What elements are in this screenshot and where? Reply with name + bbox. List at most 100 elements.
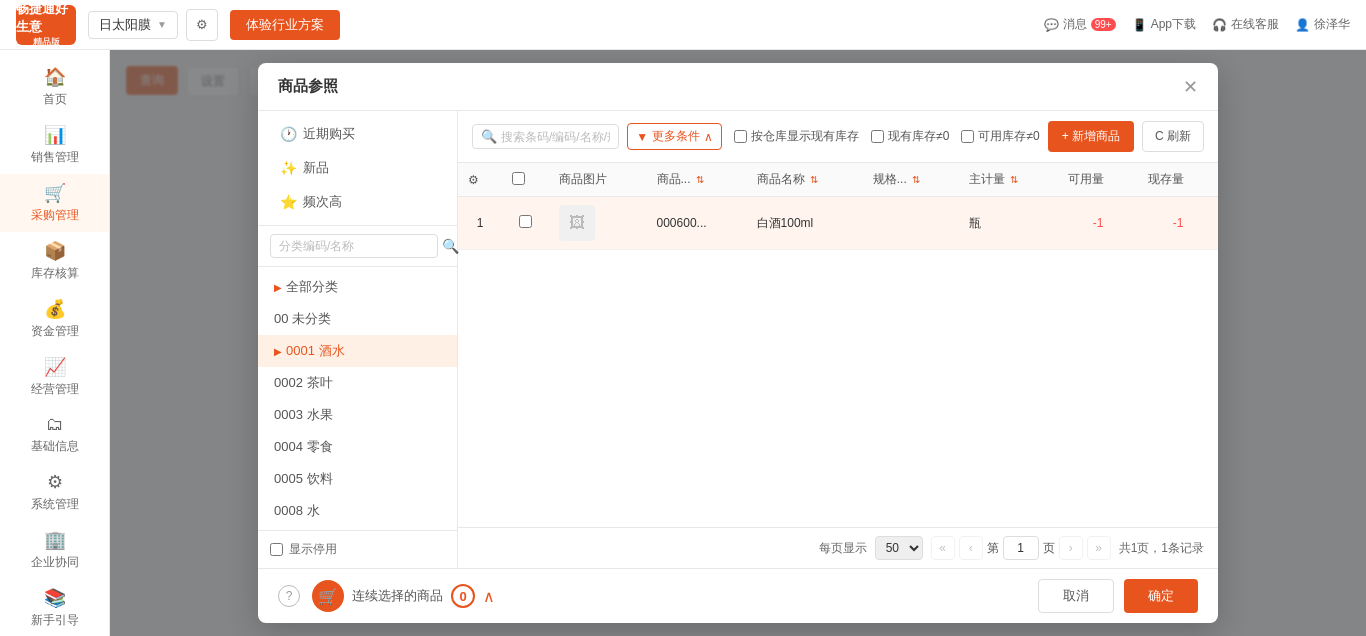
category-search-input[interactable] xyxy=(270,234,438,258)
navbar: 畅捷通好生意 精品版 日太阳膜 ▼ ⚙ 体验行业方案 💬 消息 99 📱 App… xyxy=(0,0,1366,50)
col-unit-header: 主计量 ⇅ xyxy=(959,163,1058,197)
total-info: 共1页，1条记录 xyxy=(1119,540,1204,557)
col-image-header: 商品图片 xyxy=(549,163,646,197)
refresh-button[interactable]: C 刷新 xyxy=(1142,121,1204,152)
arrow-icon: ▶ xyxy=(274,282,282,293)
page-size-select[interactable]: 50 xyxy=(875,536,923,560)
table-settings-icon[interactable]: ⚙ xyxy=(468,173,479,187)
name-sort-icon[interactable]: ⇅ xyxy=(810,174,818,185)
current-stock-checkbox-label[interactable]: 现有库存≠0 xyxy=(871,128,949,145)
user-profile-button[interactable]: 👤 徐泽华 xyxy=(1295,16,1350,33)
warehouse-stock-checkbox-label[interactable]: 按仓库显示现有库存 xyxy=(734,128,859,145)
confirm-button[interactable]: 确定 xyxy=(1124,579,1198,613)
page-number-input[interactable] xyxy=(1003,536,1039,560)
category-item-0003[interactable]: 0003 水果 xyxy=(258,399,457,431)
left-tab-new[interactable]: ✨ 新品 xyxy=(270,153,445,183)
modal-header: 商品参照 ✕ xyxy=(258,63,1218,111)
sidebar-guide-label: 新手引导 xyxy=(31,612,79,629)
help-icon[interactable]: ? xyxy=(278,585,300,607)
current-stock-checkbox[interactable] xyxy=(871,130,884,143)
sidebar-item-basic[interactable]: 🗂 基础信息 xyxy=(0,406,109,463)
select-all-checkbox[interactable] xyxy=(512,172,525,185)
col-stock-header: 现存量 xyxy=(1138,163,1218,197)
cancel-button[interactable]: 取消 xyxy=(1038,579,1114,613)
product-search-input[interactable] xyxy=(501,130,610,144)
row-checkbox[interactable] xyxy=(519,215,532,228)
row-num: 1 xyxy=(458,197,502,250)
show-disabled-checkbox[interactable] xyxy=(270,543,283,556)
add-product-button[interactable]: + 新增商品 xyxy=(1048,121,1134,152)
more-filter-button[interactable]: ▼ 更多条件 ∧ xyxy=(627,123,722,150)
service-label: 在线客服 xyxy=(1231,16,1279,33)
chevron-down-icon: ▼ xyxy=(157,19,167,30)
code-sort-icon[interactable]: ⇅ xyxy=(696,174,704,185)
content-area: 查询 设置 刷新 商品参照 ✕ 🕐 近期购 xyxy=(110,50,1366,636)
last-page-button[interactable]: » xyxy=(1087,536,1111,560)
col-settings: ⚙ xyxy=(458,163,502,197)
trial-button[interactable]: 体验行业方案 xyxy=(230,10,340,40)
category-label: 0008 水 xyxy=(274,502,320,520)
sidebar-item-sales[interactable]: 📊 销售管理 xyxy=(0,116,109,174)
table-row[interactable]: 1 🖼 000600... 白酒100ml 瓶 -1 -1 xyxy=(458,197,1218,250)
sidebar-item-system[interactable]: ⚙ 系统管理 xyxy=(0,463,109,521)
col-code-header: 商品... ⇅ xyxy=(647,163,747,197)
sidebar-enterprise-label: 企业协同 xyxy=(31,554,79,571)
cart-section: 🛒 连续选择的商品 0 ∧ xyxy=(312,580,495,612)
new-label: 新品 xyxy=(303,159,329,177)
col-available-header: 可用量 xyxy=(1058,163,1138,197)
recent-label: 近期购买 xyxy=(303,125,355,143)
sidebar-item-finance[interactable]: 💰 资金管理 xyxy=(0,290,109,348)
current-stock-label: 现有库存≠0 xyxy=(888,128,949,145)
sidebar-item-inventory[interactable]: 📦 库存核算 xyxy=(0,232,109,290)
store-selector[interactable]: 日太阳膜 ▼ xyxy=(88,11,178,39)
settings-icon[interactable]: ⚙ xyxy=(186,9,218,41)
left-panel-tabs: 🕐 近期购买 ✨ 新品 ⭐ 频次高 xyxy=(258,111,457,226)
sidebar-home-icon: 🏠 xyxy=(44,66,66,88)
unit-sort-icon[interactable]: ⇅ xyxy=(1010,174,1018,185)
messages-button[interactable]: 💬 消息 99 xyxy=(1044,16,1116,33)
category-item-0001[interactable]: ▶0001 酒水 xyxy=(258,335,457,367)
left-tab-recent[interactable]: 🕐 近期购买 xyxy=(270,119,445,149)
first-page-button[interactable]: « xyxy=(931,536,955,560)
category-list: ▶全部分类00 未分类▶0001 酒水0002 茶叶0003 水果0004 零食… xyxy=(258,267,457,530)
new-icon: ✨ xyxy=(280,160,297,176)
next-page-button[interactable]: › xyxy=(1059,536,1083,560)
sidebar-guide-icon: 📚 xyxy=(44,587,66,609)
messages-badge: 99 xyxy=(1091,18,1116,31)
page-size-label: 每页显示 xyxy=(819,540,867,557)
footer-left: ? 🛒 连续选择的商品 0 ∧ xyxy=(278,580,495,612)
sidebar-operations-icon: 📈 xyxy=(44,356,66,378)
row-image-cell: 🖼 xyxy=(549,197,646,250)
footer-right: 取消 确定 xyxy=(1038,579,1198,613)
modal-close-button[interactable]: ✕ xyxy=(1183,78,1198,96)
category-item-0004[interactable]: 0004 零食 xyxy=(258,431,457,463)
spec-sort-icon[interactable]: ⇅ xyxy=(912,174,920,185)
prev-page-button[interactable]: ‹ xyxy=(959,536,983,560)
cart-icon[interactable]: 🛒 xyxy=(312,580,344,612)
phone-icon: 📱 xyxy=(1132,18,1147,32)
available-stock-checkbox-label[interactable]: 可用库存≠0 xyxy=(961,128,1039,145)
app-download-button[interactable]: 📱 App下载 xyxy=(1132,16,1196,33)
warehouse-stock-label: 按仓库显示现有库存 xyxy=(751,128,859,145)
navbar-right: 💬 消息 99 📱 App下载 🎧 在线客服 👤 徐泽华 xyxy=(1044,16,1350,33)
sidebar-item-operations[interactable]: 📈 经营管理 xyxy=(0,348,109,406)
category-item-0005[interactable]: 0005 饮料 xyxy=(258,463,457,495)
modal-overlay[interactable]: 商品参照 ✕ 🕐 近期购买 ✨ 新品 ⭐ 频次高 xyxy=(110,50,1366,636)
sidebar-item-enterprise[interactable]: 🏢 企业协同 xyxy=(0,521,109,579)
category-item-all[interactable]: ▶全部分类 xyxy=(258,271,457,303)
sidebar-item-purchase[interactable]: 🛒 采购管理 xyxy=(0,174,109,232)
app-label: App下载 xyxy=(1151,16,1196,33)
online-service-button[interactable]: 🎧 在线客服 xyxy=(1212,16,1279,33)
sidebar-finance-icon: 💰 xyxy=(44,298,66,320)
available-stock-checkbox[interactable] xyxy=(961,130,974,143)
category-item-0008[interactable]: 0008 水 xyxy=(258,495,457,527)
headset-icon: 🎧 xyxy=(1212,18,1227,32)
sidebar-item-guide[interactable]: 📚 新手引导 xyxy=(0,579,109,636)
sidebar-item-home[interactable]: 🏠 首页 xyxy=(0,58,109,116)
category-search-icon[interactable]: 🔍 xyxy=(442,238,459,254)
category-item-00[interactable]: 00 未分类 xyxy=(258,303,457,335)
expand-icon[interactable]: ∧ xyxy=(483,587,495,606)
warehouse-stock-checkbox[interactable] xyxy=(734,130,747,143)
category-item-0002[interactable]: 0002 茶叶 xyxy=(258,367,457,399)
left-tab-frequent[interactable]: ⭐ 频次高 xyxy=(270,187,445,217)
